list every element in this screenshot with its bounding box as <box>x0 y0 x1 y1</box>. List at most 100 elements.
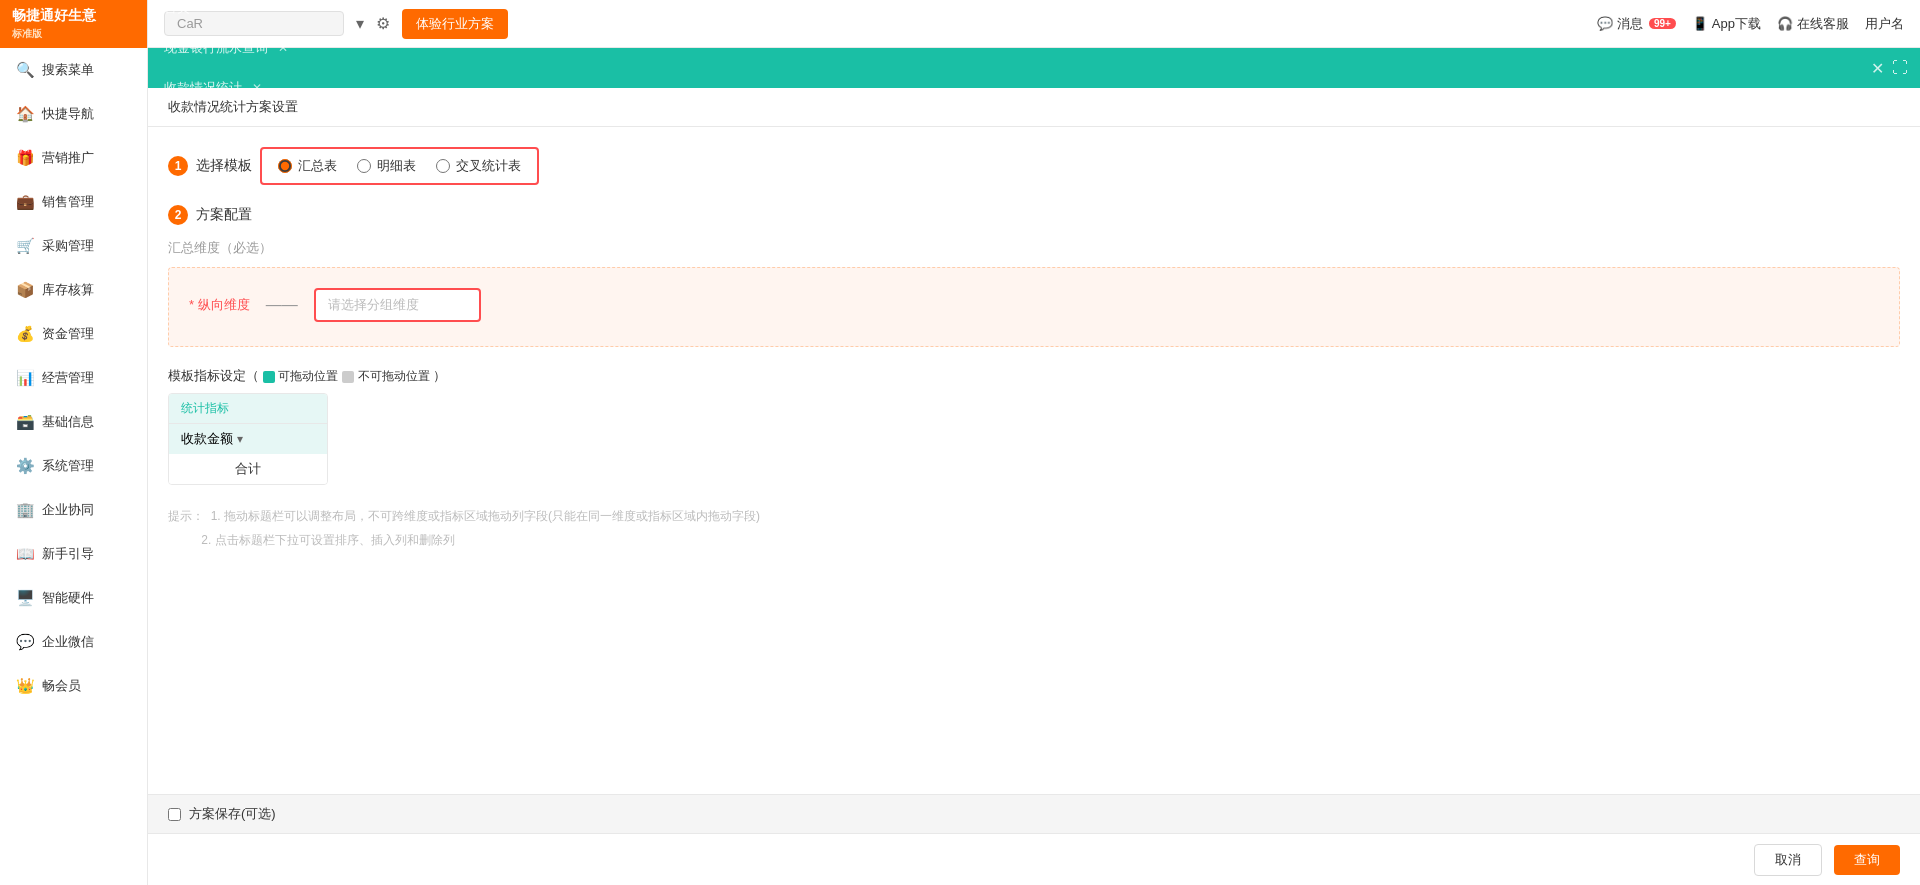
step2-number: 2 <box>168 205 188 225</box>
finance-icon: 💰 <box>16 325 34 343</box>
sidebar-item-quick-nav[interactable]: 🏠 快捷导航 <box>0 92 147 136</box>
metrics-sub-label: 合计 <box>235 461 261 476</box>
radio-cross-label: 交叉统计表 <box>456 157 521 175</box>
step1-number: 1 <box>168 156 188 176</box>
metrics-category-header: 统计指标 <box>181 401 229 415</box>
metrics-table-header: 统计指标 <box>169 394 327 424</box>
trial-btn[interactable]: 体验行业方案 <box>402 9 508 39</box>
dimension-row: * 纵向维度 —— 请选择分组维度 <box>189 288 1879 322</box>
sidebar-item-purchase[interactable]: 🛒 采购管理 <box>0 224 147 268</box>
save-plan-label[interactable]: 方案保存(可选) <box>189 805 276 823</box>
service-btn[interactable]: 🎧 在线客服 <box>1777 15 1849 33</box>
user-label: 用户名 <box>1865 15 1904 33</box>
tabbar-actions: ✕ ⛶ <box>1871 59 1920 78</box>
sidebar-item-sales[interactable]: 💼 销售管理 <box>0 180 147 224</box>
download-icon: 📱 <box>1692 16 1708 31</box>
marketing-icon: 🎁 <box>16 149 34 167</box>
main-content: ▾ ⚙ 体验行业方案 💬 消息 99+ 📱 App下载 🎧 在线客服 用户名 首 <box>148 0 1920 885</box>
sidebar-logo: 畅捷通好生意 标准版 <box>0 0 147 48</box>
tabbar: 首页现金银行流水查询✕收款情况统计✕新建方案✕ ✕ ⛶ <box>148 48 1920 88</box>
wechat-icon: 💬 <box>16 633 34 651</box>
content-area: 收款情况统计方案设置 1 选择模板 汇总表 <box>148 88 1920 833</box>
basic-icon: 🗃️ <box>16 413 34 431</box>
save-plan-checkbox[interactable] <box>168 808 181 821</box>
sidebar-item-label-basic: 基础信息 <box>42 413 94 431</box>
sidebar-item-inventory[interactable]: 📦 库存核算 <box>0 268 147 312</box>
radio-detail[interactable]: 明细表 <box>357 157 416 175</box>
sidebar-item-collab[interactable]: 🏢 企业协同 <box>0 488 147 532</box>
sidebar-item-guide[interactable]: 📖 新手引导 <box>0 532 147 576</box>
service-label: 在线客服 <box>1797 15 1849 33</box>
hardware-icon: 🖥️ <box>16 589 34 607</box>
collab-icon: 🏢 <box>16 501 34 519</box>
sidebar-item-label-system: 系统管理 <box>42 457 94 475</box>
maximize-btn[interactable]: ⛶ <box>1892 59 1908 77</box>
tab-label-bank-flow: 现金银行流水查询 <box>164 39 268 57</box>
draggable-label: 可拖动位置 <box>278 369 338 383</box>
logo-name: 畅捷通好生意 <box>12 7 96 25</box>
purchase-icon: 🛒 <box>16 237 34 255</box>
user-name[interactable]: 用户名 <box>1865 15 1904 33</box>
query-button[interactable]: 查询 <box>1834 845 1900 875</box>
tab-label-home: 首页 <box>164 0 190 17</box>
radio-detail-label: 明细表 <box>377 157 416 175</box>
sidebar-item-marketing[interactable]: 🎁 营销推广 <box>0 136 147 180</box>
metrics-table: 统计指标 收款金额 ▾ 合计 <box>168 393 328 485</box>
sidebar-item-label-marketing: 营销推广 <box>42 149 94 167</box>
notification-btn[interactable]: 💬 消息 99+ <box>1597 15 1676 33</box>
quick-nav-icon: 🏠 <box>16 105 34 123</box>
metrics-row-value: 合计 <box>169 454 327 484</box>
service-icon: 🎧 <box>1777 16 1793 31</box>
app-download-btn[interactable]: 📱 App下载 <box>1692 15 1761 33</box>
message-icon: 💬 <box>1597 16 1613 31</box>
sidebar-item-label-finance: 资金管理 <box>42 325 94 343</box>
tab-home[interactable]: 首页 <box>148 0 304 28</box>
sidebar-items-container: 🔍 搜索菜单🏠 快捷导航🎁 营销推广💼 销售管理🛒 采购管理📦 库存核算💰 资金… <box>0 48 147 708</box>
draggable-indicator <box>263 371 275 383</box>
sidebar-item-hardware[interactable]: 🖥️ 智能硬件 <box>0 576 147 620</box>
sidebar-item-basic[interactable]: 🗃️ 基础信息 <box>0 400 147 444</box>
step1-section: 1 选择模板 汇总表 明细表 <box>168 147 1900 185</box>
sidebar-item-label-purchase: 采购管理 <box>42 237 94 255</box>
topbar-dropdown-btn[interactable]: ▾ <box>356 14 364 33</box>
sales-icon: 💼 <box>16 193 34 211</box>
sidebar-item-operation[interactable]: 📊 经营管理 <box>0 356 147 400</box>
sidebar-item-label-collab: 企业协同 <box>42 501 94 519</box>
notification-label: 消息 <box>1617 15 1643 33</box>
metrics-row-header[interactable]: 收款金额 ▾ <box>169 424 327 454</box>
dimension-placeholder: 请选择分组维度 <box>328 297 419 312</box>
sidebar-item-finance[interactable]: 💰 资金管理 <box>0 312 147 356</box>
sidebar-item-label-hardware: 智能硬件 <box>42 589 94 607</box>
dimension-label-text: 汇总维度（必选） <box>168 240 272 255</box>
page-area: 收款情况统计方案设置 1 选择模板 汇总表 <box>148 88 1920 833</box>
not-draggable-indicator <box>342 371 354 383</box>
sidebar-item-system[interactable]: ⚙️ 系统管理 <box>0 444 147 488</box>
dimension-arrow: —— <box>266 296 298 314</box>
topbar: ▾ ⚙ 体验行业方案 💬 消息 99+ 📱 App下载 🎧 在线客服 用户名 <box>148 0 1920 48</box>
radio-cross[interactable]: 交叉统计表 <box>436 157 521 175</box>
radio-summary[interactable]: 汇总表 <box>278 157 337 175</box>
sidebar: 畅捷通好生意 标准版 🔍 搜索菜单🏠 快捷导航🎁 营销推广💼 销售管理🛒 采购管… <box>0 0 148 885</box>
sidebar-item-label-inventory: 库存核算 <box>42 281 94 299</box>
sidebar-item-search-menu[interactable]: 🔍 搜索菜单 <box>0 48 147 92</box>
close-tab-btn[interactable]: ✕ <box>1871 59 1884 78</box>
template-options: 汇总表 明细表 交叉统计表 <box>260 147 539 185</box>
sidebar-item-label-search-menu: 搜索菜单 <box>42 61 94 79</box>
dimension-area: * 纵向维度 —— 请选择分组维度 <box>168 267 1900 347</box>
step1-header: 1 选择模板 汇总表 明细表 <box>168 147 1900 185</box>
sidebar-item-label-sales: 销售管理 <box>42 193 94 211</box>
page-body: 1 选择模板 汇总表 明细表 <box>148 127 1920 794</box>
tab-bank-flow[interactable]: 现金银行流水查询 ✕ <box>148 28 304 68</box>
sidebar-item-label-guide: 新手引导 <box>42 545 94 563</box>
topbar-right: 💬 消息 99+ 📱 App下载 🎧 在线客服 用户名 <box>1597 15 1904 33</box>
system-icon: ⚙️ <box>16 457 34 475</box>
cancel-button[interactable]: 取消 <box>1754 844 1822 876</box>
step2-section: 2 方案配置 汇总维度（必选） * 纵向维度 —— <box>168 205 1900 552</box>
settings-icon[interactable]: ⚙ <box>376 14 390 33</box>
sidebar-item-member[interactable]: 👑 畅会员 <box>0 664 147 708</box>
guide-icon: 📖 <box>16 545 34 563</box>
sidebar-item-wechat[interactable]: 💬 企业微信 <box>0 620 147 664</box>
metrics-config-title: 模板指标设定（ 可拖动位置 不可拖动位置 ） <box>168 367 1900 385</box>
tab-close-bank-flow[interactable]: ✕ <box>278 41 288 55</box>
dimension-select-box[interactable]: 请选择分组维度 <box>314 288 481 322</box>
